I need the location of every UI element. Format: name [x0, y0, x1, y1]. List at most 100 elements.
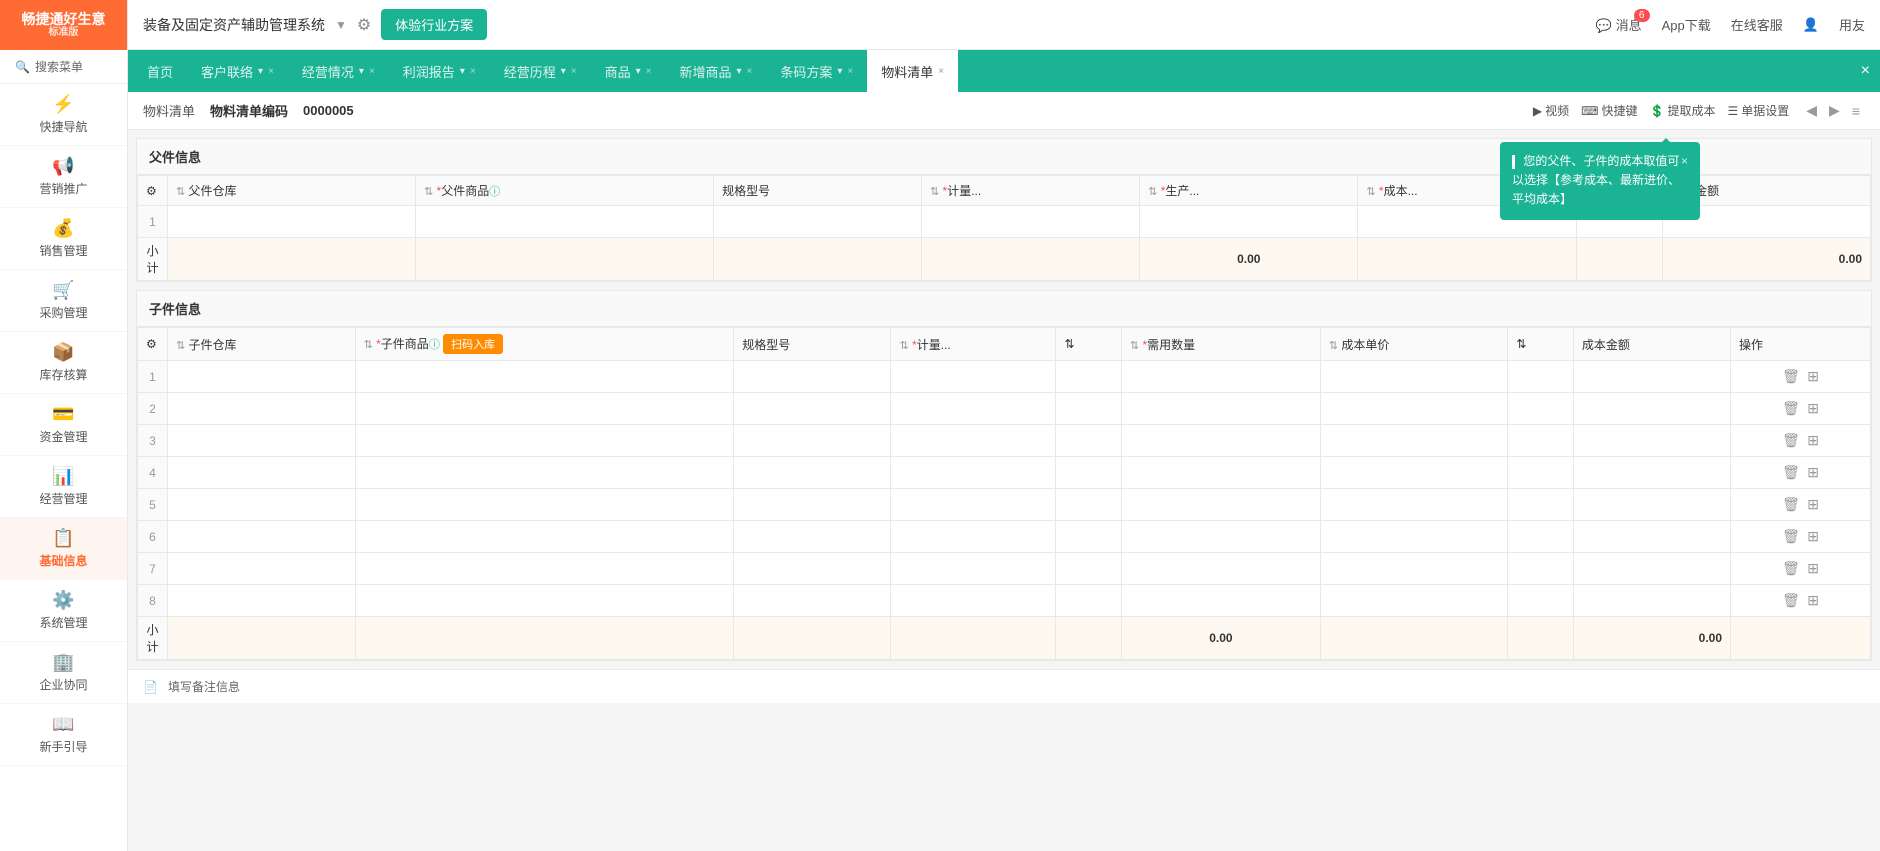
breadcrumb-bom-list[interactable]: 物料清单	[143, 101, 195, 120]
child-row-2-quantity[interactable]	[1121, 393, 1320, 425]
child-row-2-unit-cost[interactable]	[1320, 393, 1508, 425]
tab-product-close[interactable]: ×	[646, 66, 652, 77]
child-row-3-copy-btn[interactable]: ⊞	[1805, 432, 1821, 448]
child-row-7-unit-cost[interactable]	[1320, 553, 1508, 585]
child-row-4-unit[interactable]	[891, 457, 1056, 489]
child-row-6-unit[interactable]	[891, 521, 1056, 553]
child-row-7-quantity[interactable]	[1121, 553, 1320, 585]
sidebar-item-finance[interactable]: 💳 资金管理	[0, 394, 127, 456]
child-row-6-amount[interactable]	[1573, 521, 1730, 553]
child-row-8-unit[interactable]	[891, 585, 1056, 617]
parent-row-1-unit[interactable]	[921, 206, 1139, 238]
child-row-4-amount[interactable]	[1573, 457, 1730, 489]
prev-page-btn[interactable]: ◀	[1801, 100, 1822, 121]
shortcut-btn[interactable]: ⌨ 快捷键	[1581, 102, 1637, 119]
extract-cost-btn[interactable]: 💲 提取成本	[1650, 102, 1716, 119]
child-row-5-delete-btn[interactable]: 🗑	[1780, 496, 1802, 512]
child-row-2-warehouse[interactable]	[168, 393, 356, 425]
child-row-1-quantity[interactable]	[1121, 361, 1320, 393]
child-row-8-unit-cost[interactable]	[1320, 585, 1508, 617]
tab-profit-close[interactable]: ×	[470, 66, 476, 77]
tab-history-close[interactable]: ×	[571, 66, 577, 77]
child-row-5-quantity[interactable]	[1121, 489, 1320, 521]
sidebar-item-system[interactable]: ⚙️ 系统管理	[0, 580, 127, 642]
sidebar-item-sales[interactable]: 💰 销售管理	[0, 208, 127, 270]
expand-btn[interactable]: ≡	[1847, 101, 1865, 121]
sidebar-item-basic[interactable]: 📋 基础信息	[0, 518, 127, 580]
child-row-5-warehouse[interactable]	[168, 489, 356, 521]
tab-home[interactable]: 首页	[133, 50, 187, 92]
tab-customer[interactable]: 客户联络 ▾ ×	[187, 50, 288, 92]
sidebar-item-inventory[interactable]: 📦 库存核算	[0, 332, 127, 394]
child-row-8-amount[interactable]	[1573, 585, 1730, 617]
child-row-3-unit[interactable]	[891, 425, 1056, 457]
tab-profit[interactable]: 利润报告 ▾ ×	[389, 50, 490, 92]
child-row-4-quantity[interactable]	[1121, 457, 1320, 489]
child-row-3-warehouse[interactable]	[168, 425, 356, 457]
child-row-4-copy-btn[interactable]: ⊞	[1805, 464, 1821, 480]
online-service-btn[interactable]: 在线客服	[1731, 15, 1783, 34]
child-row-1-amount[interactable]	[1573, 361, 1730, 393]
child-row-4-product[interactable]	[355, 457, 734, 489]
child-row-4-warehouse[interactable]	[168, 457, 356, 489]
child-row-8-sort[interactable]	[1056, 585, 1121, 617]
child-row-6-spec[interactable]	[734, 521, 891, 553]
child-row-5-copy-btn[interactable]: ⊞	[1805, 496, 1821, 512]
sidebar-item-purchase[interactable]: 🛒 采购管理	[0, 270, 127, 332]
child-row-6-copy-btn[interactable]: ⊞	[1805, 528, 1821, 544]
child-row-1-sort2[interactable]	[1508, 361, 1573, 393]
child-row-8-sort2[interactable]	[1508, 585, 1573, 617]
child-row-3-sort2[interactable]	[1508, 425, 1573, 457]
child-row-2-unit[interactable]	[891, 393, 1056, 425]
parent-row-1-spec[interactable]	[714, 206, 922, 238]
child-row-4-delete-btn[interactable]: 🗑	[1780, 464, 1802, 480]
child-row-5-unit[interactable]	[891, 489, 1056, 521]
child-row-3-unit-cost[interactable]	[1320, 425, 1508, 457]
child-row-2-copy-btn[interactable]: ⊞	[1805, 400, 1821, 416]
child-row-5-product[interactable]	[355, 489, 734, 521]
child-row-8-spec[interactable]	[734, 585, 891, 617]
child-row-1-copy-btn[interactable]: ⊞	[1805, 368, 1821, 384]
child-row-1-warehouse[interactable]	[168, 361, 356, 393]
child-row-8-warehouse[interactable]	[168, 585, 356, 617]
child-row-5-sort[interactable]	[1056, 489, 1121, 521]
child-row-3-product[interactable]	[355, 425, 734, 457]
child-col-settings[interactable]: ⚙	[138, 328, 168, 361]
child-row-4-spec[interactable]	[734, 457, 891, 489]
child-row-7-warehouse[interactable]	[168, 553, 356, 585]
child-row-2-sort[interactable]	[1056, 393, 1121, 425]
sidebar-item-enterprise[interactable]: 🏢 企业协同	[0, 642, 127, 704]
message-btn[interactable]: 💬 消息 6	[1596, 15, 1642, 34]
app-download-btn[interactable]: App下载	[1662, 15, 1711, 34]
doc-settings-btn[interactable]: ☰ 单据设置	[1727, 102, 1789, 119]
child-row-7-sort2[interactable]	[1508, 553, 1573, 585]
gear-icon[interactable]: ⚙	[357, 15, 371, 35]
child-row-5-amount[interactable]	[1573, 489, 1730, 521]
child-row-1-sort[interactable]	[1056, 361, 1121, 393]
child-row-6-unit-cost[interactable]	[1320, 521, 1508, 553]
tab-newproduct[interactable]: 新增商品 ▾ ×	[665, 50, 766, 92]
next-page-btn[interactable]: ▶	[1824, 100, 1845, 121]
child-row-1-unit-cost[interactable]	[1320, 361, 1508, 393]
child-row-2-delete-btn[interactable]: 🗑	[1780, 400, 1802, 416]
child-row-2-product[interactable]	[355, 393, 734, 425]
child-row-7-copy-btn[interactable]: ⊞	[1805, 560, 1821, 576]
child-row-1-delete-btn[interactable]: 🗑	[1780, 368, 1802, 384]
child-row-8-copy-btn[interactable]: ⊞	[1805, 592, 1821, 608]
child-row-2-spec[interactable]	[734, 393, 891, 425]
video-btn[interactable]: ▶ 视频	[1533, 102, 1569, 119]
parent-row-1-warehouse[interactable]	[168, 206, 416, 238]
tab-customer-close[interactable]: ×	[268, 66, 274, 77]
child-row-6-product[interactable]	[355, 521, 734, 553]
tab-operations-close[interactable]: ×	[369, 66, 375, 77]
system-dropdown-arrow[interactable]: ▼	[335, 18, 347, 32]
tab-product[interactable]: 商品 ▾ ×	[591, 50, 666, 92]
child-row-8-quantity[interactable]	[1121, 585, 1320, 617]
tooltip-close-btn[interactable]: ×	[1681, 152, 1688, 171]
tab-operations[interactable]: 经营情况 ▾ ×	[288, 50, 389, 92]
child-row-7-amount[interactable]	[1573, 553, 1730, 585]
tab-barcode[interactable]: 条码方案 ▾ ×	[766, 50, 867, 92]
sidebar-item-quicknav[interactable]: ⚡ 快捷导航	[0, 84, 127, 146]
child-row-3-delete-btn[interactable]: 🗑	[1780, 432, 1802, 448]
sidebar-item-operations[interactable]: 📊 经营管理	[0, 456, 127, 518]
